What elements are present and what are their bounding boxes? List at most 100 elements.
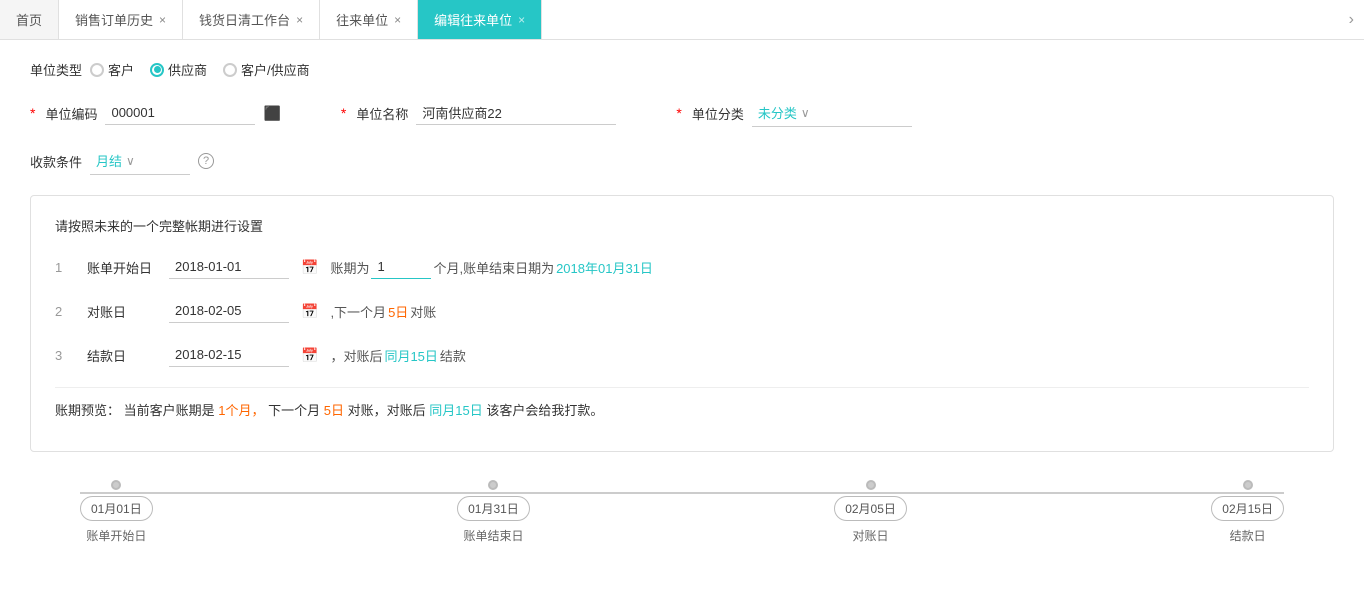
- timeline-dot-3: [866, 480, 876, 490]
- radio-supplier-label: 供应商: [168, 60, 207, 79]
- preview-section: 账期预览： 当前客户账期是 1个月， 下一个月 5日 对账，对账后 同月15日 …: [55, 387, 1309, 431]
- setting-desc-2-prefix: ,下一个月: [330, 302, 386, 321]
- setting-desc-1-suffix: 个月,账单结束日期为: [433, 258, 554, 277]
- preview-highlight1: 1个月，: [218, 403, 264, 418]
- setting-desc-2-suffix: 对账: [410, 302, 436, 321]
- period-input[interactable]: [371, 255, 431, 279]
- radio-supplier[interactable]: 供应商: [150, 60, 207, 79]
- code-required: *: [30, 105, 35, 121]
- setting-field-1: 账单开始日: [87, 258, 157, 277]
- timeline-label-1: 账单开始日: [86, 527, 146, 544]
- radio-customer-label: 客户: [108, 60, 134, 79]
- setting-desc-3-suffix: 结款: [440, 346, 466, 365]
- payment-help-icon[interactable]: ?: [198, 153, 214, 169]
- category-value: 未分类: [758, 103, 797, 122]
- radio-customer-circle: [90, 63, 104, 77]
- timeline-dot-4: [1243, 480, 1253, 490]
- tab-cash-work[interactable]: 钱货日清工作台 ×: [183, 0, 320, 39]
- timeline-pill-1: 01月01日: [80, 496, 153, 521]
- settings-panel: 请按照未来的一个完整帐期进行设置 1 账单开始日 📅 账期为 个月,账单结束日期…: [30, 195, 1334, 452]
- unit-type-row: 单位类型 客户 供应商 客户/供应商: [30, 60, 1334, 79]
- timeline-item-4: 02月15日 结款日: [1211, 480, 1284, 544]
- preview-highlight2: 5日: [324, 403, 344, 418]
- unit-type-group: 单位类型 客户 供应商 客户/供应商: [30, 60, 310, 79]
- code-copy-icon[interactable]: ⬛: [263, 105, 280, 122]
- settings-title: 请按照未来的一个完整帐期进行设置: [55, 216, 1309, 235]
- timeline-wrapper: 01月01日 账单开始日 01月31日 账单结束日 02月05日 对账日: [40, 472, 1324, 552]
- setting-date-1[interactable]: [169, 255, 289, 279]
- tab-sales-order-close[interactable]: ×: [159, 13, 166, 27]
- tab-edit-partner-close[interactable]: ×: [518, 13, 525, 27]
- setting-num-1: 1: [55, 260, 75, 275]
- tab-cash-work-close[interactable]: ×: [296, 13, 303, 27]
- name-required: *: [341, 105, 346, 121]
- setting-desc-3-prefix: ，对账后: [330, 346, 382, 365]
- timeline-pill-4: 02月15日: [1211, 496, 1284, 521]
- tab-edit-partner[interactable]: 编辑往来单位 ×: [418, 0, 542, 39]
- setting-date-3[interactable]: [169, 343, 289, 367]
- tab-sales-order-label: 销售订单历史: [75, 10, 153, 29]
- category-dropdown-icon: ∨: [801, 106, 810, 120]
- radio-customer[interactable]: 客户: [90, 60, 134, 79]
- timeline-label-4: 结款日: [1230, 527, 1266, 544]
- timeline-inner: 01月01日 账单开始日 01月31日 账单结束日 02月05日 对账日: [40, 480, 1324, 544]
- setting-row-1: 1 账单开始日 📅 账期为 个月,账单结束日期为 2018年01月31日: [55, 255, 1309, 279]
- payment-dropdown-icon: ∨: [126, 154, 135, 168]
- tab-home-label: 首页: [16, 10, 42, 29]
- setting-cal-1[interactable]: 📅: [301, 259, 318, 276]
- radio-both[interactable]: 客户/供应商: [223, 60, 310, 79]
- name-input[interactable]: [416, 101, 616, 125]
- category-required: *: [676, 105, 681, 121]
- preview-highlight3: 同月15日: [429, 403, 482, 418]
- content-area: 单位类型 客户 供应商 客户/供应商 * 单位编码: [0, 40, 1364, 608]
- tab-partner[interactable]: 往来单位 ×: [320, 0, 418, 39]
- timeline-dots-row: 01月01日 账单开始日 01月31日 账单结束日 02月05日 对账日: [80, 480, 1284, 544]
- preview-text-middle1: 下一个月: [268, 403, 320, 418]
- setting-num-2: 2: [55, 304, 75, 319]
- timeline-label-3: 对账日: [853, 527, 889, 544]
- tab-edit-partner-label: 编辑往来单位: [434, 10, 512, 29]
- payment-select[interactable]: 月结 ∨: [90, 147, 190, 175]
- setting-desc-2-highlight: 5日: [388, 302, 408, 321]
- setting-date-2[interactable]: [169, 299, 289, 323]
- setting-desc-1-highlight-teal: 2018年01月31日: [556, 258, 653, 277]
- tab-expand-button[interactable]: ›: [1339, 0, 1364, 39]
- code-name-row: * 单位编码 ⬛ * 单位名称 * 单位分类 未分类 ∨: [30, 99, 1334, 127]
- name-group: * 单位名称: [341, 101, 616, 125]
- category-label: 单位分类: [692, 104, 744, 123]
- tab-bar: 首页 销售订单历史 × 钱货日清工作台 × 往来单位 × 编辑往来单位 × ›: [0, 0, 1364, 40]
- timeline-dot-2: [488, 480, 498, 490]
- setting-field-2: 对账日: [87, 302, 157, 321]
- timeline-item-2: 01月31日 账单结束日: [457, 480, 530, 544]
- tab-partner-close[interactable]: ×: [394, 13, 401, 27]
- preview-label: 账期预览：: [55, 403, 120, 418]
- tab-home[interactable]: 首页: [0, 0, 59, 39]
- tab-sales-order[interactable]: 销售订单历史 ×: [59, 0, 183, 39]
- radio-both-circle: [223, 63, 237, 77]
- category-select[interactable]: 未分类 ∨: [752, 99, 912, 127]
- timeline-label-2: 账单结束日: [463, 527, 523, 544]
- setting-desc-3: ，对账后 同月15日 结款: [330, 346, 466, 365]
- timeline-item-1: 01月01日 账单开始日: [80, 480, 153, 544]
- payment-value: 月结: [96, 151, 122, 170]
- timeline-pill-2: 01月31日: [457, 496, 530, 521]
- radio-both-label: 客户/供应商: [241, 60, 310, 79]
- timeline-pill-3: 02月05日: [834, 496, 907, 521]
- radio-supplier-circle: [150, 63, 164, 77]
- timeline-item-3: 02月05日 对账日: [834, 480, 907, 544]
- payment-group: 收款条件 月结 ∨ ?: [30, 147, 214, 175]
- setting-cal-3[interactable]: 📅: [301, 347, 318, 364]
- tab-cash-work-label: 钱货日清工作台: [199, 10, 290, 29]
- setting-field-3: 结款日: [87, 346, 157, 365]
- preview-text-after: 该客户会给我打款。: [486, 403, 603, 418]
- preview-text-middle2: 对账，对账后: [348, 403, 430, 418]
- setting-desc-1: 账期为 个月,账单结束日期为 2018年01月31日: [330, 255, 652, 279]
- payment-label: 收款条件: [30, 152, 82, 171]
- code-input[interactable]: [105, 101, 255, 125]
- setting-row-2: 2 对账日 📅 ,下一个月 5日 对账: [55, 299, 1309, 323]
- setting-cal-2[interactable]: 📅: [301, 303, 318, 320]
- code-label: 单位编码: [45, 104, 97, 123]
- unit-type-label: 单位类型: [30, 60, 82, 79]
- setting-desc-1-prefix: 账期为: [330, 258, 369, 277]
- timeline-section: 01月01日 账单开始日 01月31日 账单结束日 02月05日 对账日: [30, 472, 1334, 552]
